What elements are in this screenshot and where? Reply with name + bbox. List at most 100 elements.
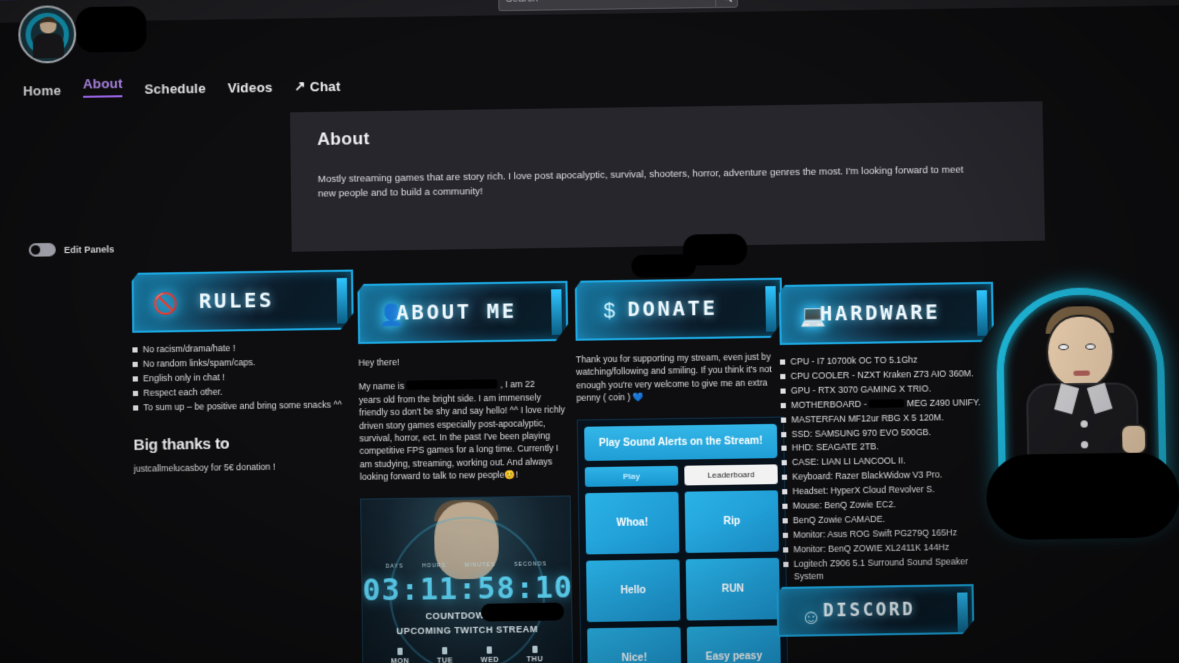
schedule-day-name: THU xyxy=(526,655,544,663)
mascot-name-redacted xyxy=(985,452,1179,541)
schedule-day: THU 04:30 PM xyxy=(521,645,548,663)
unit-label-hours: HOURS xyxy=(422,562,447,570)
hardware-item-text: HHD: SEAGATE 2TB. xyxy=(791,441,879,454)
rules-item-text: Respect each other. xyxy=(143,386,223,398)
countdown-value: 03:11:58:10 xyxy=(362,568,574,608)
panel-discord[interactable]: ☺ DISCORD xyxy=(776,584,974,637)
list-item: Logitech Z906 5.1 Surround Sound Speaker… xyxy=(783,554,998,583)
unit-label-days: DAYS xyxy=(385,563,404,570)
list-item: Mouse: BenQ Zowie EC2. xyxy=(782,496,997,512)
panel-about-me-header: 👤 ABOUT ME xyxy=(357,281,568,344)
bullet-marker xyxy=(782,503,788,509)
nav-item-chat-label: Chat xyxy=(309,78,341,94)
nav-item-about[interactable]: About xyxy=(82,75,123,98)
bullet-marker xyxy=(783,547,789,553)
bullet-marker xyxy=(781,474,788,481)
about-me-name-prefix: My name is xyxy=(358,381,405,393)
twitch-channel-page: Search Home About Schedule Videos ↗ Chat… xyxy=(0,0,1179,663)
about-me-greeting: Hey there! xyxy=(358,356,400,368)
list-item: No random links/spam/caps. xyxy=(132,354,354,370)
hardware-item-text: CPU COOLER - NZXT Kraken Z73 AIO 360M. xyxy=(790,367,974,382)
sound-button[interactable]: Hello xyxy=(586,558,681,622)
list-item: CASE: LIAN LI LANCOOL II. xyxy=(781,453,997,469)
countdown-widget: DAYS HOURS MINUTES SECONDS 03:11:58:10 C… xyxy=(360,495,574,663)
rules-list: No racism/drama/hate ! No random links/s… xyxy=(132,340,355,414)
list-item: English only in chat ! xyxy=(132,369,355,385)
unit-label-minutes: MINUTES xyxy=(464,561,496,569)
sound-button[interactable]: Easy peasy xyxy=(686,625,782,663)
nav-item-chat[interactable]: ↗ Chat xyxy=(294,78,341,95)
rules-item-text: To sum up – be positive and bring some s… xyxy=(143,398,342,413)
list-item: GPU - RTX 3070 GAMING X TRIO. xyxy=(780,381,995,397)
list-item: Headset: HyperX Cloud Revolver S. xyxy=(782,482,997,498)
countdown-redacted xyxy=(480,602,565,622)
schedule-day: MON 11:00 AM xyxy=(387,647,413,663)
sound-button[interactable]: Rip xyxy=(684,489,779,553)
mascot-fist xyxy=(1119,423,1148,456)
donate-text: Thank you for supporting my stream, even… xyxy=(575,351,772,404)
list-item: MASTERFAN MF12ur RBG X 5 120M. xyxy=(780,410,996,426)
leaderboard-tab[interactable]: Leaderboard xyxy=(684,463,778,486)
play-sound-alerts-button[interactable]: Play Sound Alerts on the Stream! xyxy=(584,423,778,461)
rules-item-text: No random links/spam/caps. xyxy=(142,356,256,369)
schedule-day-name: TUE xyxy=(436,657,454,663)
motherboard-redacted xyxy=(869,398,905,408)
panel-about-me: 👤 ABOUT ME Hey there! My name is , I am … xyxy=(357,281,574,663)
nav-item-videos[interactable]: Videos xyxy=(227,80,272,96)
bullet-marker xyxy=(780,402,786,408)
sound-button[interactable]: Nice! xyxy=(587,626,682,663)
nav-item-schedule[interactable]: Schedule xyxy=(144,81,206,97)
list-item: To sum up – be positive and bring some s… xyxy=(133,398,355,414)
bullet-marker xyxy=(780,417,787,423)
panel-rules-header: 🚫 RULES xyxy=(132,270,354,333)
schedule-day-name: MON xyxy=(390,657,410,663)
sound-button[interactable]: Whoa! xyxy=(585,491,680,555)
mascot-jacket-button xyxy=(1080,420,1088,428)
nav-item-home[interactable]: Home xyxy=(23,83,61,99)
panel-donate-header: $ DONATE xyxy=(575,278,783,341)
mascot-logo xyxy=(976,282,1179,567)
hardware-item-text: Monitor: Asus ROG Swift PG279Q 165Hz xyxy=(793,526,958,540)
bullet-marker xyxy=(783,561,789,567)
edit-panels-toggle[interactable]: Edit Panels xyxy=(28,242,115,257)
thanks-heading: Big thanks to xyxy=(133,435,230,455)
sound-button[interactable]: RUN xyxy=(685,557,781,621)
list-item: CPU COOLER - NZXT Kraken Z73 AIO 360M. xyxy=(780,367,995,383)
panel-donate: $ DONATE Thank you for supporting my str… xyxy=(575,278,789,663)
about-me-body: years old from the bright side. I am imm… xyxy=(358,391,566,483)
panel-discord-header[interactable]: ☺ DISCORD xyxy=(776,584,974,637)
hardware-item-text: SSD: SAMSUNG 970 EVO 500GB. xyxy=(791,426,932,439)
hardware-item-text: Monitor: BenQ ZOWIE XL2411K 144Hz xyxy=(793,541,950,555)
search-icon[interactable] xyxy=(714,0,739,9)
play-tab[interactable]: Play xyxy=(584,465,679,487)
mascot-mouth xyxy=(1073,370,1090,376)
bullet-marker xyxy=(779,359,786,365)
edit-panels-label: Edit Panels xyxy=(63,243,115,255)
avatar-body xyxy=(32,33,65,59)
bullet-marker xyxy=(782,489,788,495)
hardware-item-text: Mouse: BenQ Zowie EC2. xyxy=(792,498,896,511)
schedule-days: MON 11:00 AM TUE 02:20 PM WED 11:00 AM T… xyxy=(363,645,572,663)
hardware-item-text: Keyboard: Razer BlackWidow V3 Pro. xyxy=(792,469,943,483)
panel-discord-title: DISCORD xyxy=(822,599,916,622)
unit-label-seconds: SECONDS xyxy=(514,560,548,568)
about-box: About Mostly streaming games that are st… xyxy=(290,101,1046,278)
countdown-caption-line2: UPCOMING TWITCH STREAM xyxy=(396,623,539,636)
hardware-item-text: BenQ Zowie CAMADE. xyxy=(792,513,886,526)
hardware-item-text: Headset: HyperX Cloud Revolver S. xyxy=(792,483,935,497)
about-bio: Mostly streaming games that are story ri… xyxy=(317,164,964,200)
hardware-item-text: MOTHERBOARD - MEG Z490 UNIFY. xyxy=(790,396,981,410)
panel-rules-title: RULES xyxy=(198,287,275,314)
channel-name-redacted xyxy=(75,6,147,53)
rules-item-text: English only in chat ! xyxy=(143,371,225,384)
sound-button-grid: Whoa! Rip Hello RUN Nice! Easy peasy xyxy=(585,489,782,663)
hardware-item-text: GPU - RTX 3070 GAMING X TRIO. xyxy=(790,383,932,396)
sound-alerts-widget: Play Sound Alerts on the Stream! Play Le… xyxy=(576,416,789,663)
photo-of-monitor: Search Home About Schedule Videos ↗ Chat… xyxy=(0,0,1179,663)
toggle-switch[interactable] xyxy=(28,242,56,257)
bullet-marker xyxy=(781,445,787,452)
list-item: Monitor: BenQ ZOWIE XL2411K 144Hz xyxy=(783,540,998,556)
external-link-icon: ↗ xyxy=(294,78,306,94)
list-item: No racism/drama/hate ! xyxy=(132,340,354,356)
panel-about-me-title: ABOUT ME xyxy=(396,298,517,325)
